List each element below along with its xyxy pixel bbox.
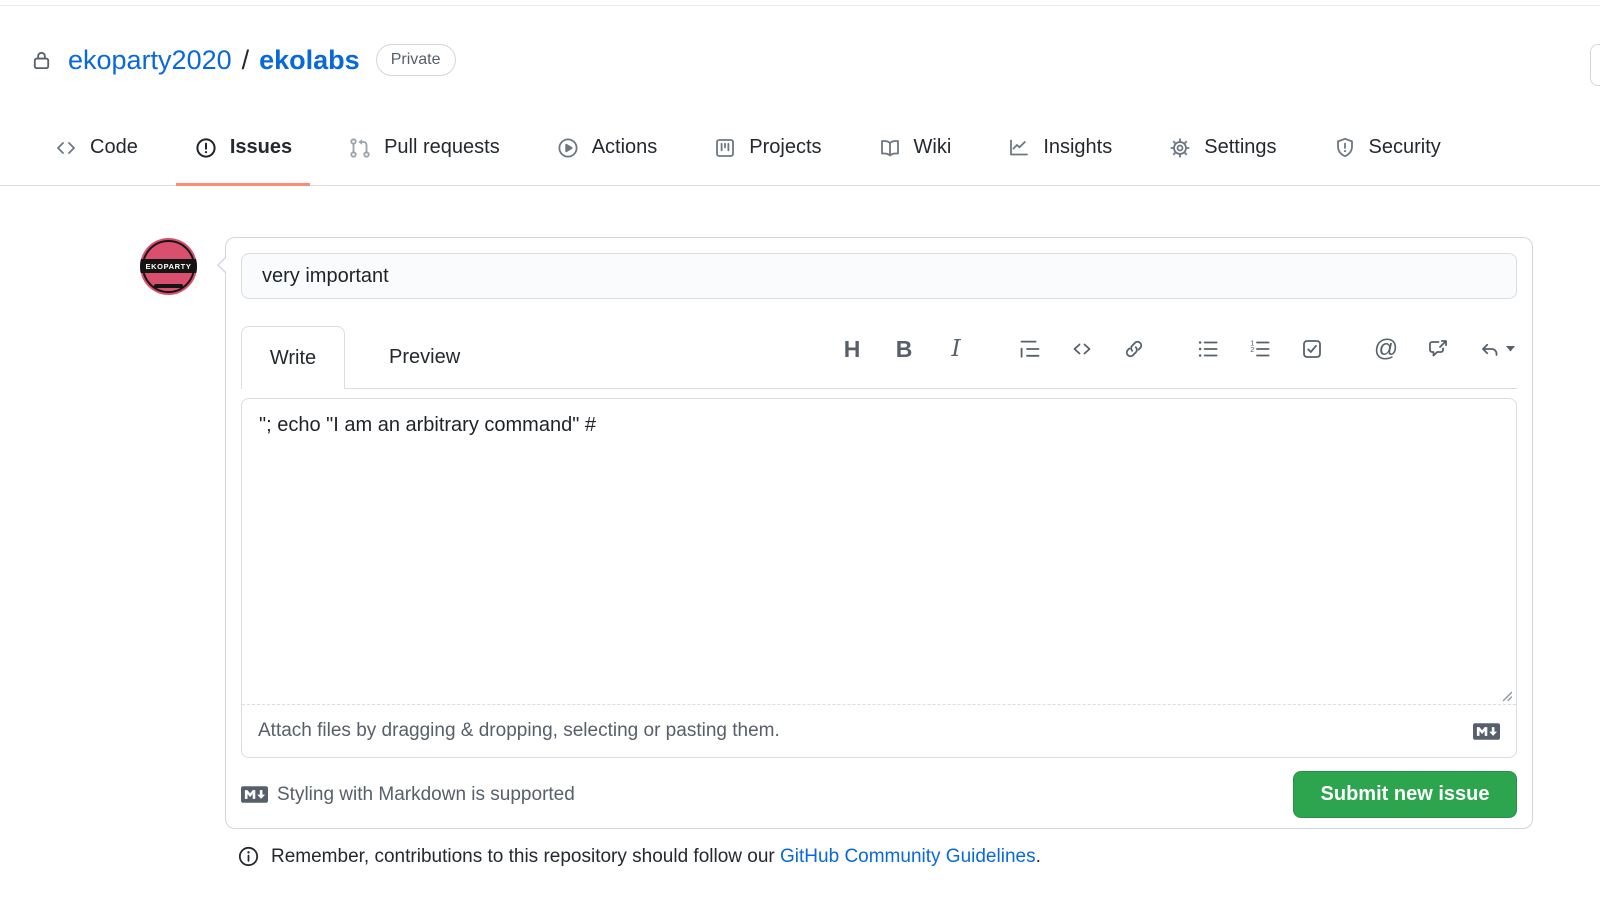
tab-actions[interactable]: Actions xyxy=(538,110,676,185)
quote-icon[interactable] xyxy=(1018,336,1042,362)
play-icon xyxy=(558,137,578,158)
new-issue-form: Write Preview H B I xyxy=(217,237,1533,829)
editor-header: Write Preview H B I 1 2 @ xyxy=(241,326,1517,389)
git-pull-request-icon xyxy=(350,137,370,158)
attach-files-area[interactable]: Attach files by dragging & dropping, sel… xyxy=(242,705,1516,757)
graph-icon xyxy=(1010,139,1029,155)
gear-icon xyxy=(1170,137,1190,158)
shield-icon xyxy=(1336,137,1353,157)
repo-nav: Code Issues Pull requests Actions Projec… xyxy=(0,110,1600,186)
repo-name-link[interactable]: ekolabs xyxy=(259,45,360,76)
tab-issues[interactable]: Issues xyxy=(175,110,311,186)
tab-security[interactable]: Security xyxy=(1315,110,1459,185)
book-icon xyxy=(880,139,899,156)
page: ekoparty2020 / ekolabs Private Code Issu… xyxy=(0,0,1600,923)
info-icon xyxy=(238,846,259,867)
markdown-supported-link[interactable]: Styling with Markdown is supported xyxy=(241,784,575,806)
tab-pull-requests[interactable]: Pull requests xyxy=(330,110,518,185)
active-tab-underline xyxy=(175,183,311,186)
tab-wiki[interactable]: Wiki xyxy=(860,110,970,185)
visibility-badge: Private xyxy=(375,44,456,77)
mention-icon[interactable]: @ xyxy=(1374,335,1398,362)
ordered-list-icon[interactable]: 1 2 xyxy=(1248,336,1272,362)
tab-insights[interactable]: Insights xyxy=(989,110,1130,185)
code-icon[interactable] xyxy=(1070,336,1094,362)
project-icon xyxy=(716,138,735,157)
chevron-down-icon xyxy=(1506,346,1515,352)
breadcrumb-separator: / xyxy=(241,44,250,75)
tab-code[interactable]: Code xyxy=(36,110,156,185)
markdown-toolbar: H B I 1 2 @ xyxy=(840,335,1515,362)
tab-settings[interactable]: Settings xyxy=(1150,110,1294,185)
code-icon xyxy=(57,141,75,154)
saved-replies-button[interactable] xyxy=(1478,338,1515,360)
reply-icon xyxy=(1482,343,1498,356)
avatar: EKOPARTY xyxy=(140,238,197,295)
markdown-icon xyxy=(241,786,268,803)
issue-title-input[interactable] xyxy=(241,253,1517,299)
editor-body: "; echo "I am an arbitrary command" # At… xyxy=(241,398,1517,758)
breadcrumb: ekoparty2020 / ekolabs xyxy=(68,45,360,76)
tab-preview[interactable]: Preview xyxy=(345,326,504,389)
community-guidelines-link[interactable]: GitHub Community Guidelines xyxy=(780,846,1036,867)
attach-hint: Attach files by dragging & dropping, sel… xyxy=(258,720,780,741)
community-guidelines-note: Remember, contributions to this reposito… xyxy=(237,845,1041,868)
task-list-icon[interactable] xyxy=(1300,336,1324,362)
repo-header: ekoparty2020 / ekolabs Private xyxy=(30,44,456,77)
cross-reference-icon[interactable] xyxy=(1426,336,1450,362)
svg-text:2: 2 xyxy=(1250,345,1254,354)
unordered-list-icon[interactable] xyxy=(1196,336,1220,362)
submit-new-issue-button[interactable]: Submit new issue xyxy=(1293,771,1517,818)
edge-cutoff-element xyxy=(1590,44,1600,86)
tab-write[interactable]: Write xyxy=(241,326,345,389)
avatar-label: EKOPARTY xyxy=(145,261,192,271)
link-icon[interactable] xyxy=(1122,336,1146,362)
italic-icon[interactable]: I xyxy=(944,336,968,362)
bold-icon[interactable]: B xyxy=(892,336,916,362)
top-divider xyxy=(0,5,1600,6)
issue-body-textarea[interactable]: "; echo "I am an arbitrary command" # xyxy=(242,399,1516,705)
heading-icon[interactable]: H xyxy=(840,336,864,362)
lock-icon xyxy=(30,47,53,73)
repo-owner-link[interactable]: ekoparty2020 xyxy=(68,45,232,76)
note-text: Remember, contributions to this reposito… xyxy=(271,845,781,867)
resize-grip-icon[interactable] xyxy=(1498,687,1513,702)
tab-projects[interactable]: Projects xyxy=(695,110,839,185)
form-footer: Styling with Markdown is supported Submi… xyxy=(241,771,1517,818)
markdown-icon xyxy=(1473,722,1500,740)
issue-opened-icon xyxy=(196,137,216,158)
